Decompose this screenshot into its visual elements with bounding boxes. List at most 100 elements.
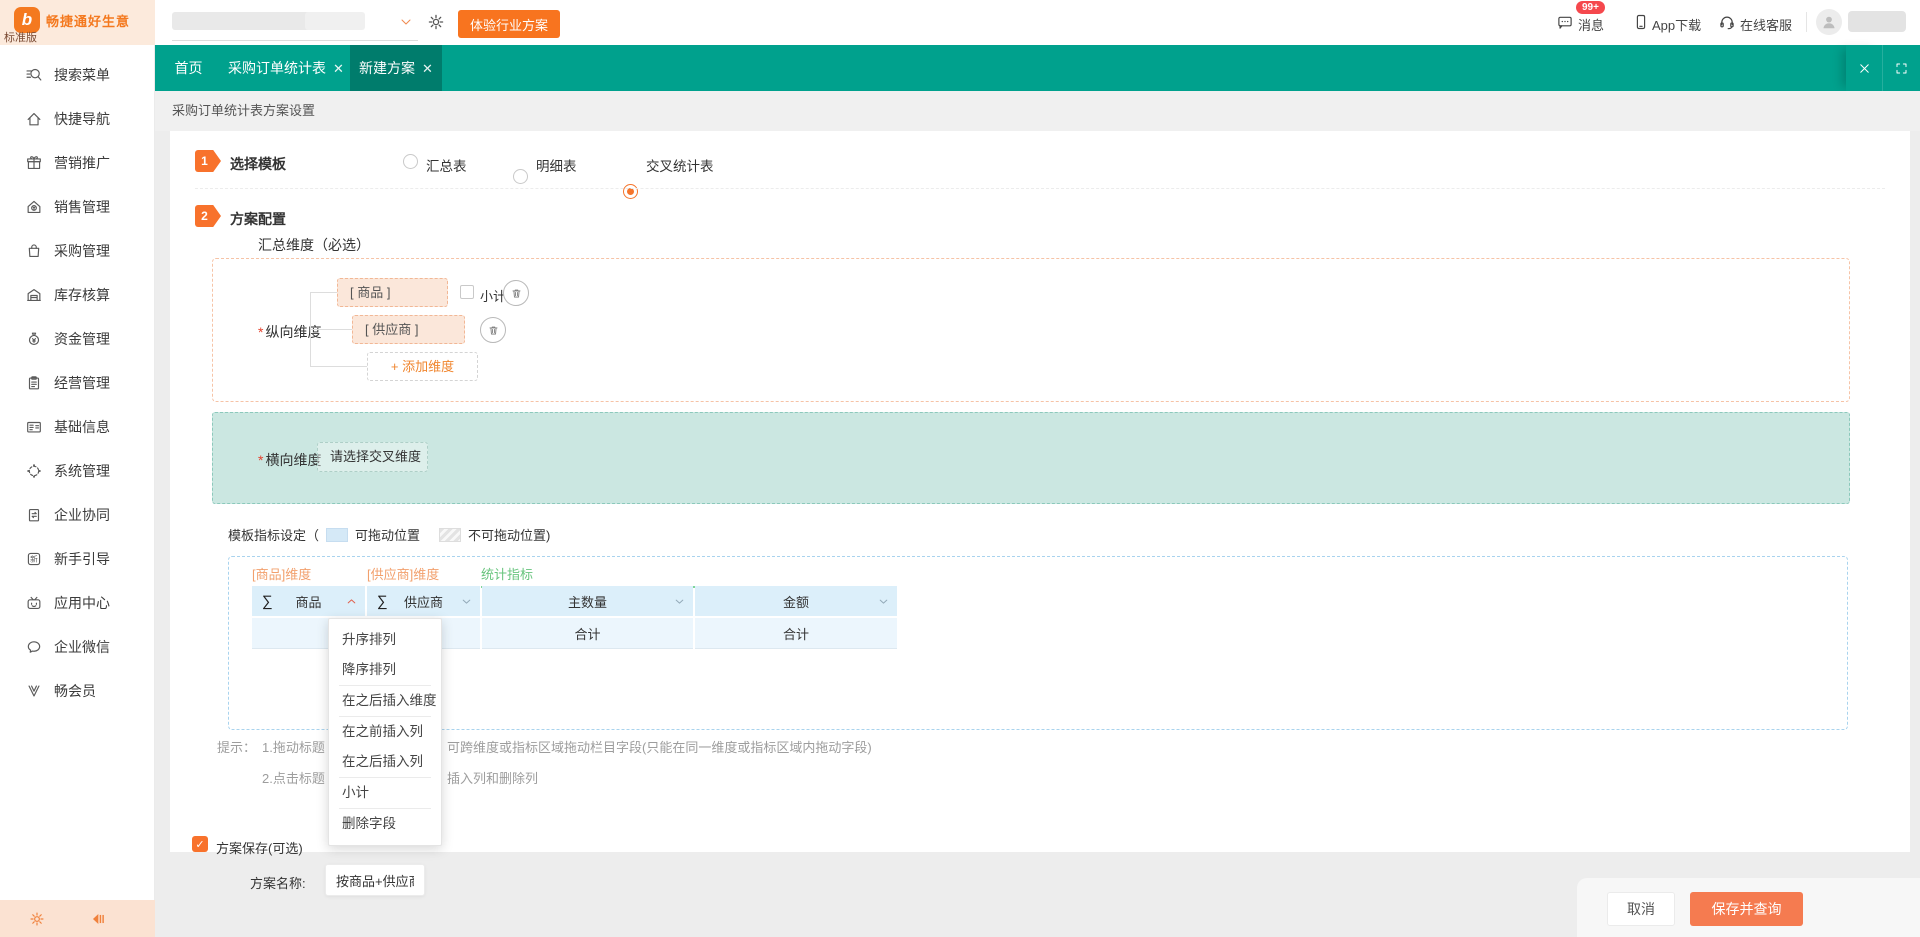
messages-label[interactable]: 消息 bbox=[1578, 15, 1604, 34]
caret-down-icon[interactable] bbox=[674, 596, 685, 607]
tab-report-close-icon[interactable]: ✕ bbox=[333, 62, 344, 75]
purchase-icon bbox=[25, 242, 43, 260]
save-and-query-button[interactable]: 保存并查询 bbox=[1690, 892, 1803, 926]
collapse-sidebar-icon[interactable] bbox=[88, 910, 106, 928]
pivot-col-supplier[interactable]: ∑ 供应商 bbox=[367, 586, 480, 616]
sidebar-item-purchase[interactable]: 采购管理 bbox=[0, 229, 154, 273]
sigma-icon: ∑ bbox=[377, 592, 388, 610]
experience-industry-button[interactable]: 体验行业方案 bbox=[458, 10, 560, 38]
indicator-legend: 模板指标设定（ 可拖动位置 不可拖动位置) bbox=[228, 525, 550, 544]
save-plan-label[interactable]: 方案保存(可选) bbox=[216, 838, 303, 857]
sidebar-item-quick-nav[interactable]: 快捷导航 bbox=[0, 97, 154, 141]
menu-item-insert-col-after[interactable]: 在之后插入列 bbox=[329, 747, 441, 777]
sidebar-item-collaboration[interactable]: 企业协同 bbox=[0, 493, 154, 537]
app-download-label[interactable]: App下载 bbox=[1652, 15, 1701, 34]
pivot-col-product[interactable]: ∑ 商品 bbox=[252, 586, 365, 616]
not-draggable-swatch bbox=[439, 527, 462, 542]
tab-new-plan-close-icon[interactable]: ✕ bbox=[422, 62, 433, 75]
legend-prefix: 模板指标设定（ bbox=[228, 528, 320, 543]
tab-bar: 首页 采购订单统计表 ✕ 新建方案 ✕ bbox=[155, 45, 1920, 91]
dimension-tag-product[interactable]: [ 商品 ] bbox=[337, 278, 448, 307]
gear-icon[interactable] bbox=[426, 12, 446, 32]
pivot-col-qty[interactable]: 主数量 bbox=[482, 586, 693, 616]
top-bar: 体验行业方案 消息 99+ App下载 在线客服 bbox=[155, 0, 1920, 45]
operations-icon bbox=[25, 374, 43, 392]
fullscreen-icon bbox=[1894, 61, 1909, 76]
sidebar-item-sales[interactable]: 销售管理 bbox=[0, 185, 154, 229]
close-icon bbox=[1857, 61, 1872, 76]
caret-down-icon[interactable] bbox=[461, 596, 472, 607]
subtotal-label[interactable]: 小计 bbox=[480, 286, 506, 305]
sidebar-item-system[interactable]: 系统管理 bbox=[0, 449, 154, 493]
close-all-tabs-button[interactable] bbox=[1846, 45, 1883, 91]
sidebar-item-inventory[interactable]: 库存核算 bbox=[0, 273, 154, 317]
caret-down-icon[interactable] bbox=[878, 596, 889, 607]
plan-name-label: 方案名称: bbox=[250, 876, 306, 891]
delete-product-dimension-button[interactable] bbox=[503, 280, 529, 306]
sidebar-item-search-menu[interactable]: 搜索菜单 bbox=[0, 53, 154, 97]
radio-cross-table[interactable] bbox=[623, 184, 638, 199]
sidebar-item-wechat[interactable]: 企业微信 bbox=[0, 625, 154, 669]
sidebar-settings-icon[interactable] bbox=[28, 910, 46, 928]
add-dimension-button[interactable]: + 添加维度 bbox=[367, 352, 478, 381]
online-service-label[interactable]: 在线客服 bbox=[1740, 15, 1792, 34]
radio-detail-table[interactable] bbox=[513, 169, 528, 184]
sidebar-item-label: 基础信息 bbox=[54, 419, 110, 435]
sidebar-item-newbie-guide[interactable]: 新 新手引导 bbox=[0, 537, 154, 581]
sidebar-item-member[interactable]: 畅会员 bbox=[0, 669, 154, 713]
sidebar-item-label: 搜索菜单 bbox=[54, 67, 110, 83]
tab-home[interactable]: 首页 bbox=[155, 45, 222, 91]
tab-purchase-order-report[interactable]: 采购订单统计表 ✕ bbox=[222, 45, 350, 91]
sidebar-item-app-center[interactable]: 应用中心 bbox=[0, 581, 154, 625]
sidebar-item-label: 企业微信 bbox=[54, 639, 110, 655]
cancel-button[interactable]: 取消 bbox=[1607, 892, 1675, 926]
menu-item-insert-dimension-after[interactable]: 在之后插入维度 bbox=[329, 686, 441, 716]
message-icon[interactable] bbox=[1556, 13, 1574, 31]
collaboration-icon bbox=[25, 506, 43, 524]
sidebar-item-marketing[interactable]: 营销推广 bbox=[0, 141, 154, 185]
member-icon bbox=[25, 682, 43, 700]
menu-item-delete-field[interactable]: 删除字段 bbox=[329, 809, 441, 839]
menu-item-sort-desc[interactable]: 降序排列 bbox=[329, 655, 441, 685]
headset-icon[interactable] bbox=[1718, 13, 1736, 31]
draggable-swatch bbox=[326, 527, 349, 542]
radio-detail-table-label[interactable]: 明细表 bbox=[536, 155, 577, 175]
chevron-down-icon[interactable] bbox=[398, 14, 414, 30]
inventory-icon bbox=[25, 286, 43, 304]
radio-summary-table[interactable] bbox=[403, 154, 418, 169]
section-divider bbox=[195, 188, 1885, 189]
sidebar-item-funds[interactable]: 资金管理 bbox=[0, 317, 154, 361]
system-icon bbox=[25, 462, 43, 480]
horizontal-dimension-label: * 横向维度 bbox=[258, 452, 322, 468]
required-mark: * bbox=[258, 452, 264, 468]
cross-dimension-select[interactable]: 请选择交叉维度 bbox=[317, 442, 428, 472]
menu-item-sort-asc[interactable]: 升序排列 bbox=[329, 625, 441, 655]
save-plan-checkbox[interactable]: ✓ bbox=[192, 836, 208, 852]
phone-icon[interactable] bbox=[1632, 13, 1650, 31]
sidebar-item-label: 系统管理 bbox=[54, 463, 110, 479]
delete-supplier-dimension-button[interactable] bbox=[480, 317, 506, 343]
pivot-col-amount[interactable]: 金额 bbox=[695, 586, 897, 616]
menu-item-insert-col-before[interactable]: 在之前插入列 bbox=[329, 717, 441, 747]
avatar[interactable] bbox=[1816, 9, 1842, 35]
sidebar-item-operations[interactable]: 经营管理 bbox=[0, 361, 154, 405]
app-window: b 畅捷通好生意 标准版 体验行业方案 消息 99+ App下载 在线客服 首页… bbox=[0, 0, 1920, 937]
legend-not-draggable-label: 不可拖动位置) bbox=[468, 528, 551, 543]
tab-new-plan[interactable]: 新建方案 ✕ bbox=[350, 45, 442, 91]
tab-new-plan-label: 新建方案 bbox=[359, 60, 416, 76]
summary-dimension-label: 汇总维度（必选） bbox=[258, 237, 370, 253]
fullscreen-button[interactable] bbox=[1882, 45, 1920, 91]
plan-name-input[interactable] bbox=[325, 864, 425, 896]
radio-summary-table-label[interactable]: 汇总表 bbox=[426, 155, 467, 175]
sidebar-item-basic-info[interactable]: 基础信息 bbox=[0, 405, 154, 449]
radio-cross-table-label[interactable]: 交叉统计表 bbox=[646, 155, 714, 175]
horizontal-dimension-band bbox=[212, 412, 1850, 504]
menu-item-subtotal[interactable]: 小计 bbox=[329, 778, 441, 808]
search-menu-icon bbox=[25, 66, 43, 84]
subtotal-checkbox[interactable] bbox=[460, 285, 474, 299]
dimension-tag-supplier[interactable]: [ 供应商 ] bbox=[352, 315, 465, 344]
pivot-col-supplier-label: 供应商 bbox=[403, 594, 443, 610]
svg-text:新: 新 bbox=[30, 554, 38, 564]
caret-up-icon[interactable] bbox=[346, 596, 357, 607]
sidebar-item-label: 畅会员 bbox=[54, 683, 96, 699]
